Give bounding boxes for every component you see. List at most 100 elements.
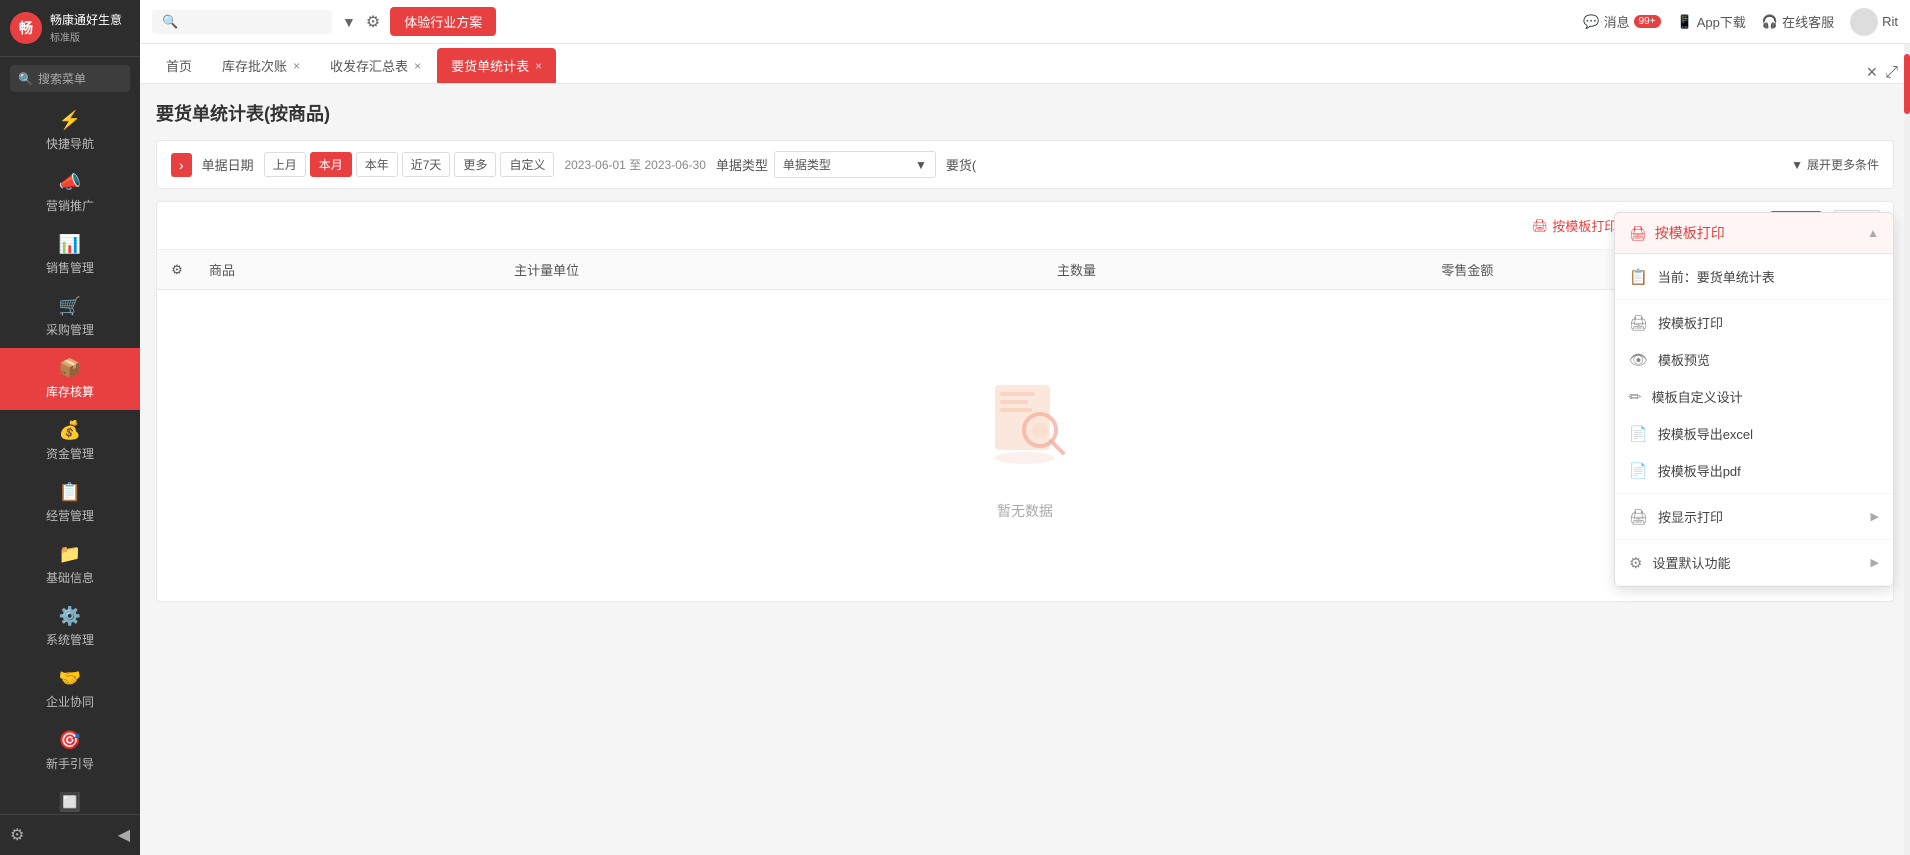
sidebar-item-operations[interactable]: 📋 经营管理 [0,472,140,534]
template-pdf-icon: 📄 [1629,462,1648,480]
app-download-label: App下载 [1697,12,1746,31]
sidebar-item-label: 库存核算 [46,383,94,400]
topbar-app-download[interactable]: 📱 App下载 [1677,12,1746,31]
sidebar-item-label: 采购管理 [46,321,94,338]
topbar-nav-arrow-button[interactable]: ▼ [342,14,356,30]
window-maximize-button[interactable]: ⤢ [1885,64,1898,82]
sidebar-item-marketing[interactable]: 📣 营销推广 [0,162,140,224]
sidebar-item-system[interactable]: ⚙️ 系统管理 [0,596,140,658]
settings-gear-icon[interactable]: ⚙ [171,262,183,277]
operations-icon: 📋 [59,482,81,503]
online-service-label: 在线客服 [1782,12,1834,31]
sidebar-item-guide[interactable]: 🎯 新手引导 [0,720,140,782]
display-print-item[interactable]: 🖨 按显示打印 ▶ [1615,498,1893,535]
tab-order-stats-close[interactable]: × [535,59,542,73]
date-btn-this-year[interactable]: 本年 [356,152,398,177]
tab-batch[interactable]: 库存批次账 × [208,48,314,83]
logo-name: 畅康通好生意 [50,12,122,29]
print-dropdown-collapse-icon: ▲ [1867,226,1879,240]
topbar-messages-label: 消息 [1604,12,1630,31]
sidebar-item-sales[interactable]: 📊 销售管理 [0,224,140,286]
type-filter-label: 单据类型 [716,155,768,174]
set-default-item[interactable]: ⚙ 设置默认功能 ▶ [1615,544,1893,581]
tab-home[interactable]: 首页 [152,48,206,83]
sidebar-item-label: 新手引导 [46,755,94,772]
date-btn-last-month[interactable]: 上月 [264,152,306,177]
print-current-template[interactable]: 📋 当前：要货单统计表 [1615,258,1893,295]
sidebar-item-label: 企业协同 [46,693,94,710]
topbar-gear-button[interactable]: ⚙ [366,12,380,32]
sidebar-item-purchase[interactable]: 🛒 采购管理 [0,286,140,348]
filter-expand-arrow[interactable]: › [171,153,192,177]
sidebar-item-quicknav[interactable]: ⚡ 快捷导航 [0,100,140,162]
sidebar-logo: 畅 畅康通好生意 标准版 [0,0,140,57]
topbar-search-icon: 🔍 [162,14,178,30]
template-print-item[interactable]: 🖨 按模板打印 [1615,304,1893,341]
template-pdf-item[interactable]: 📄 按模板导出pdf [1615,452,1893,489]
print-dropdown-header[interactable]: 🖨 按模板打印 ▲ [1615,213,1893,254]
expand-icon: ▼ [1791,158,1803,172]
topbar-search-input[interactable] [183,15,303,29]
template-excel-label: 按模板导出excel [1658,424,1753,443]
template-preview-item[interactable]: 👁 模板预览 [1615,341,1893,378]
sales-icon: 📊 [59,234,81,255]
template-design-label: 模板自定义设计 [1652,387,1743,406]
template-design-item[interactable]: ✏ 模板自定义设计 [1615,378,1893,415]
sidebar-search-label: 搜索菜单 [38,70,86,87]
sidebar-item-label: 销售管理 [46,259,94,276]
print-dropdown-title: 按模板打印 [1655,223,1725,243]
print-dropdown-display-section: 🖨 按显示打印 ▶ [1615,494,1893,540]
tab-batch-label: 库存批次账 [222,56,287,75]
apps-icon: 🔲 [59,792,81,813]
trial-button[interactable]: 体验行业方案 [390,7,496,36]
date-btn-this-month[interactable]: 本月 [310,152,352,177]
guide-icon: 🎯 [59,730,81,751]
set-default-label: 设置默认功能 [1652,553,1730,572]
collab-icon: 🤝 [59,668,81,689]
tab-order-stats[interactable]: 要货单统计表 × [437,48,556,83]
page-title: 要货单统计表(按商品) [156,100,1894,126]
sidebar-item-collab[interactable]: 🤝 企业协同 [0,658,140,720]
template-preview-label: 模板预览 [1658,350,1710,369]
topbar-online-service[interactable]: 🎧 在线客服 [1762,12,1834,31]
sidebar: 畅 畅康通好生意 标准版 🔍 搜索菜单 ⚡ 快捷导航 📣 营销推广 📊 销售管理… [0,0,140,855]
date-btn-custom[interactable]: 自定义 [500,152,554,177]
tab-receipts[interactable]: 收发存汇总表 × [316,48,435,83]
sidebar-collapse-button[interactable]: ◀ [118,825,130,845]
sidebar-item-basic[interactable]: 📁 基础信息 [0,534,140,596]
tab-receipts-close[interactable]: × [414,59,421,73]
current-template-label: 当前：要货单统计表 [1658,267,1775,286]
sidebar-search-button[interactable]: 🔍 搜索菜单 [10,65,130,92]
expand-more-button[interactable]: ▼ 展开更多条件 [1791,156,1879,173]
set-default-icon: ⚙ [1629,554,1642,572]
window-close-button[interactable]: × [1867,62,1878,83]
date-btn-7days[interactable]: 近7天 [402,152,451,177]
template-excel-item[interactable]: 📄 按模板导出excel [1615,415,1893,452]
sidebar-item-inventory[interactable]: 📦 库存核算 [0,348,140,410]
col-goods: 商品 [197,250,502,290]
display-print-label: 按显示打印 [1658,507,1723,526]
tab-batch-close[interactable]: × [293,59,300,73]
col-quantity: 主数量 [1045,250,1429,290]
sidebar-item-label: 营销推广 [46,197,94,214]
topbar-avatar-area[interactable]: Rit [1850,8,1898,36]
username-label: Rit [1882,14,1898,29]
sidebar-item-apps[interactable]: 🔲 应用中心 [0,782,140,814]
marketing-icon: 📣 [59,172,81,193]
type-filter-arrow: ▼ [915,158,927,172]
type-filter-select[interactable]: 单据类型 ▼ [774,151,936,178]
tab-order-stats-label: 要货单统计表 [451,56,529,75]
finance-icon: 💰 [59,420,81,441]
topbar-messages[interactable]: 💬 消息 99+ [1583,12,1660,31]
quicknav-icon: ⚡ [59,110,81,131]
right-scrollbar [1904,44,1910,855]
sidebar-item-finance[interactable]: 💰 资金管理 [0,410,140,472]
date-btn-more[interactable]: 更多 [454,152,496,177]
print-dropdown-settings-section: ⚙ 设置默认功能 ▶ [1615,540,1893,586]
logo-badge: 标准版 [50,29,122,44]
logo-icon: 畅 [10,12,42,44]
template-excel-icon: 📄 [1629,425,1648,443]
print-dropdown-icon: 🖨 [1629,225,1647,242]
topbar: 🔍 ▼ ⚙ 体验行业方案 💬 消息 99+ 📱 App下载 🎧 在线客服 Rit [140,0,1910,44]
sidebar-settings-button[interactable]: ⚙ [10,825,24,845]
